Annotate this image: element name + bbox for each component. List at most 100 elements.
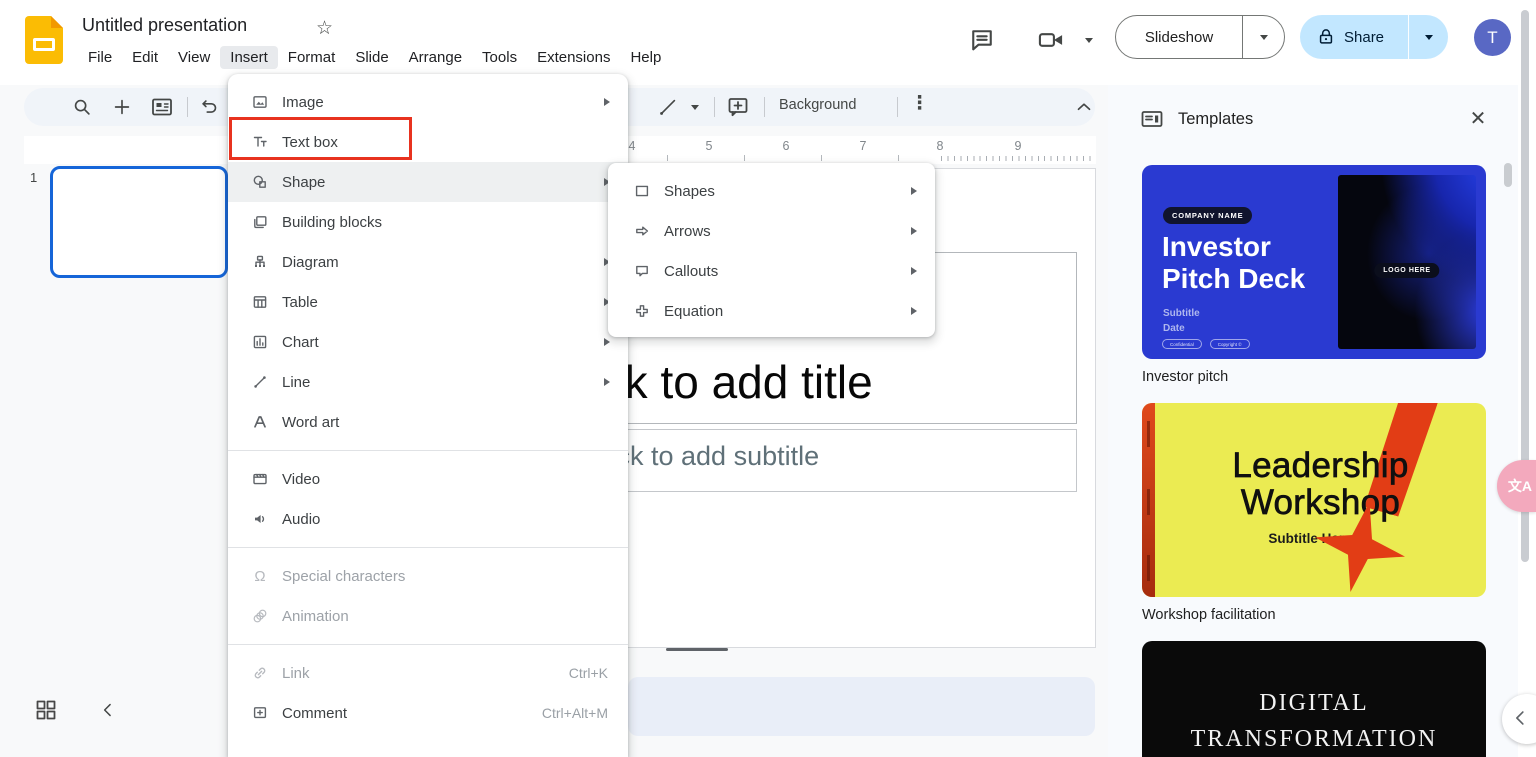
menu-help[interactable]: Help xyxy=(620,46,671,69)
collapse-toolbar-icon[interactable] xyxy=(1070,93,1098,121)
menu-item-animation[interactable]: Animation xyxy=(228,596,628,636)
menu-tools[interactable]: Tools xyxy=(472,46,527,69)
insert-menu: Image Text box Shape Building blocks Dia… xyxy=(228,74,628,757)
share-button[interactable]: Share xyxy=(1300,15,1448,59)
submenu-arrow-icon xyxy=(911,307,917,315)
search-menus-icon[interactable] xyxy=(68,93,96,121)
new-slide-plus-icon[interactable] xyxy=(108,93,136,121)
slideshow-dropdown[interactable] xyxy=(1242,16,1284,58)
submenu-arrow-icon xyxy=(604,98,610,106)
menu-item-line[interactable]: Line xyxy=(228,362,628,402)
avatar[interactable]: T xyxy=(1474,19,1511,56)
submenu-item-callouts[interactable]: Callouts xyxy=(608,251,935,291)
menu-item-word-art[interactable]: Word art xyxy=(228,402,628,442)
equation-icon xyxy=(634,303,650,319)
submenu-item-shapes[interactable]: Shapes xyxy=(608,171,935,211)
menu-item-image[interactable]: Image xyxy=(228,82,628,122)
templates-title: Templates xyxy=(1178,109,1254,128)
card-title-line: Workshop xyxy=(1240,483,1401,523)
menu-item-link[interactable]: Link Ctrl+K xyxy=(228,653,628,693)
more-options-icon[interactable]: ⋮ xyxy=(910,92,929,115)
card-title-line: DIGITAL xyxy=(1259,690,1369,716)
shape-icon xyxy=(252,174,268,190)
menu-item-shape[interactable]: Shape xyxy=(228,162,628,202)
slideshow-button[interactable]: Slideshow xyxy=(1115,15,1285,59)
arrow-right-icon xyxy=(634,223,650,239)
add-comment-icon[interactable] xyxy=(724,93,752,121)
speaker-notes[interactable] xyxy=(628,677,1095,736)
card-subtitle: Subtitle Here xyxy=(1268,531,1352,546)
ruler-number: 8 xyxy=(936,139,944,153)
link-icon xyxy=(252,665,268,681)
ruler-number: 7 xyxy=(859,139,867,153)
line-tool-icon[interactable] xyxy=(654,93,682,121)
slides-logo-icon[interactable] xyxy=(25,16,63,64)
share-dropdown[interactable] xyxy=(1408,15,1448,59)
template-caption: Workshop facilitation xyxy=(1142,607,1276,623)
chart-icon xyxy=(252,334,268,350)
building-blocks-icon xyxy=(252,214,268,230)
menu-file[interactable]: File xyxy=(78,46,122,69)
diagram-icon xyxy=(252,254,268,270)
notes-resize-handle[interactable] xyxy=(666,648,728,651)
slide-thumbnail[interactable] xyxy=(50,166,228,278)
card-cover-image: LOGO HERE xyxy=(1338,175,1476,349)
submenu-item-arrows[interactable]: Arrows xyxy=(608,211,935,251)
menu-extensions[interactable]: Extensions xyxy=(527,46,620,69)
panel-scrollbar[interactable] xyxy=(1504,163,1512,187)
menu-edit[interactable]: Edit xyxy=(122,46,168,69)
menu-item-video[interactable]: Video xyxy=(228,459,628,499)
card-title-line: Investor xyxy=(1162,231,1271,262)
star-icon[interactable]: ☆ xyxy=(316,17,333,40)
template-card-leadership-workshop[interactable]: Leadership Workshop Subtitle Here xyxy=(1142,403,1486,597)
menu-insert[interactable]: Insert xyxy=(220,46,278,69)
card-title-line: Leadership xyxy=(1232,446,1409,485)
shortcut-label: Ctrl+Alt+M xyxy=(541,705,608,721)
meet-camera-icon[interactable] xyxy=(1037,26,1093,54)
menu-item-special-characters[interactable]: Ω Special characters xyxy=(228,556,628,596)
line-tool-dropdown[interactable] xyxy=(686,93,704,121)
table-icon xyxy=(252,294,268,310)
card-title-line: TRANSFORMATION xyxy=(1190,726,1438,752)
menu-slide[interactable]: Slide xyxy=(345,46,398,69)
submenu-arrow-icon xyxy=(604,378,610,386)
card-date: Date xyxy=(1163,323,1185,334)
video-icon xyxy=(252,471,268,487)
menu-item-comment[interactable]: Comment Ctrl+Alt+M xyxy=(228,693,628,733)
menu-item-audio[interactable]: Audio xyxy=(228,499,628,539)
menu-item-text-box[interactable]: Text box xyxy=(228,122,628,162)
card-pill: Confidential xyxy=(1162,339,1202,349)
slide-number: 1 xyxy=(30,170,38,185)
new-slide-layout-icon[interactable] xyxy=(148,93,176,121)
submenu-item-equation[interactable]: Equation xyxy=(608,291,935,331)
image-icon xyxy=(252,94,268,110)
menu-item-table[interactable]: Table xyxy=(228,282,628,322)
comment-history-icon[interactable] xyxy=(968,26,996,54)
menu-format[interactable]: Format xyxy=(278,46,346,69)
line-icon xyxy=(252,374,268,390)
grid-view-icon[interactable] xyxy=(34,698,58,722)
document-title[interactable]: Untitled presentation xyxy=(82,15,247,36)
template-card-investor-pitch[interactable]: COMPANY NAME Investor Pitch Deck Subtitl… xyxy=(1142,165,1486,359)
template-card-digital-transformation[interactable]: DIGITAL TRANSFORMATION xyxy=(1142,641,1486,757)
header: Untitled presentation ☆ File Edit View I… xyxy=(0,0,1536,85)
menu-view[interactable]: View xyxy=(168,46,220,69)
wordart-icon xyxy=(252,414,268,430)
shortcut-label: Ctrl+K xyxy=(568,665,608,681)
card-subtitle: Subtitle xyxy=(1163,308,1200,319)
card-accent-strip xyxy=(1142,403,1155,597)
undo-icon[interactable] xyxy=(196,93,224,121)
add-comment-icon xyxy=(252,705,268,721)
logo-here-badge: LOGO HERE xyxy=(1374,263,1440,278)
close-icon[interactable]: ✕ xyxy=(1466,107,1490,131)
audio-icon xyxy=(252,511,268,527)
menu-item-diagram[interactable]: Diagram xyxy=(228,242,628,282)
square-icon xyxy=(634,183,650,199)
menu-item-chart[interactable]: Chart xyxy=(228,322,628,362)
menu-arrange[interactable]: Arrange xyxy=(399,46,472,69)
menubar: File Edit View Insert Format Slide Arran… xyxy=(78,44,671,71)
callout-icon xyxy=(634,263,650,279)
menu-item-building-blocks[interactable]: Building blocks xyxy=(228,202,628,242)
chevron-left-icon[interactable] xyxy=(98,700,118,720)
background-button[interactable]: Background xyxy=(779,97,856,113)
